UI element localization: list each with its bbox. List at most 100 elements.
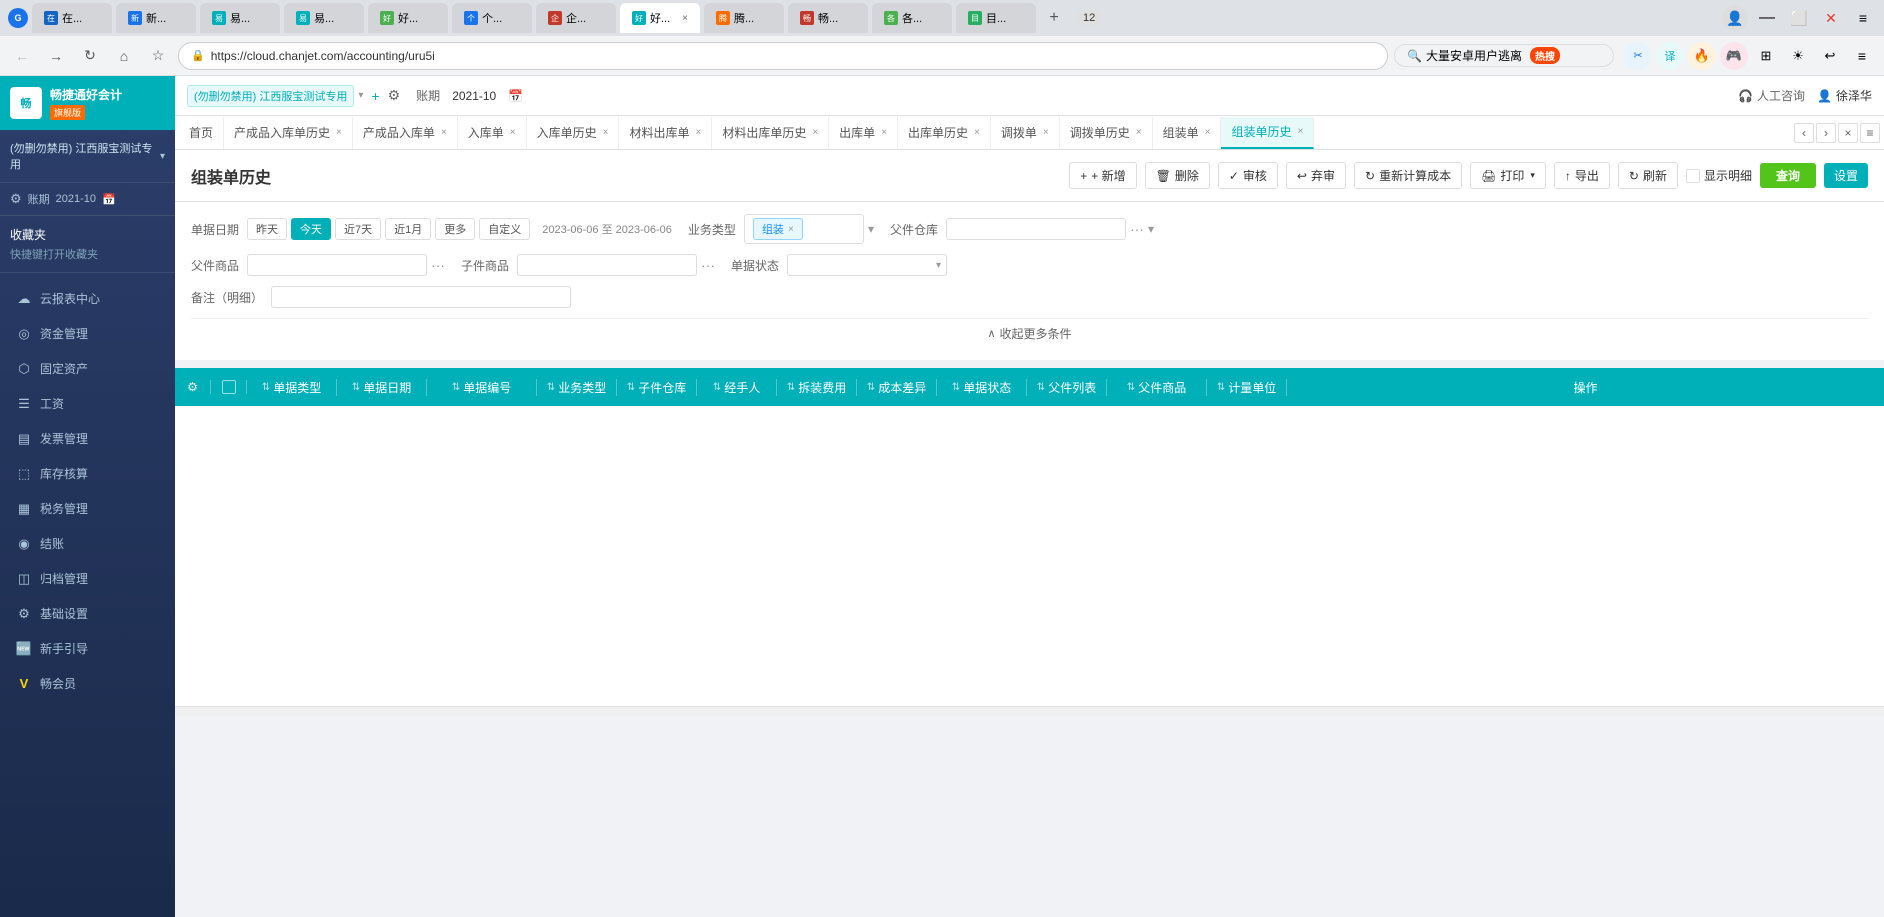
- sidebar-item-invoice[interactable]: ▤ 发票管理: [0, 421, 175, 456]
- notes-input[interactable]: [271, 286, 571, 308]
- print-button[interactable]: 🖨 打印 ▾: [1470, 162, 1546, 189]
- th-bill-status[interactable]: ⇅ 单据状态: [937, 379, 1027, 396]
- audit-button[interactable]: ✓ 审核: [1218, 162, 1278, 189]
- new-tab-button[interactable]: +: [1040, 4, 1068, 32]
- th-check[interactable]: [211, 380, 247, 394]
- date-1month[interactable]: 近1月: [385, 218, 431, 240]
- tab-stock-out[interactable]: 出库单 ×: [829, 117, 898, 149]
- user-menu[interactable]: 👤 徐泽华: [1817, 87, 1872, 104]
- tab-production-in-history[interactable]: 产成品入库单历史 ×: [224, 117, 353, 149]
- grid-icon[interactable]: ⊞: [1752, 42, 1780, 70]
- child-goods-dots[interactable]: ···: [701, 257, 715, 273]
- settings-row[interactable]: ⚙ 账期 2021-10 📅: [0, 183, 175, 216]
- tab-stock-out-history[interactable]: 出库单历史 ×: [898, 117, 991, 149]
- tab-transfer[interactable]: 调拨单 ×: [991, 117, 1060, 149]
- th-disassemble-fee[interactable]: ⇅ 拆装费用: [777, 379, 857, 396]
- setup-button[interactable]: 设置: [1824, 163, 1868, 188]
- child-goods-input[interactable]: [517, 254, 697, 276]
- game-icon[interactable]: 🎮: [1720, 42, 1748, 70]
- brightness-icon[interactable]: ☀: [1784, 42, 1812, 70]
- sidebar-item-settings[interactable]: ⚙ 基础设置: [0, 596, 175, 631]
- date-yesterday[interactable]: 昨天: [247, 218, 287, 240]
- sidebar-item-salary[interactable]: ☰ 工资: [0, 386, 175, 421]
- tab-assemble-history-close[interactable]: ×: [1297, 126, 1303, 137]
- sidebar-item-member[interactable]: V 畅会员: [0, 666, 175, 701]
- date-more[interactable]: 更多: [435, 218, 475, 240]
- th-type[interactable]: ⇅ 单据类型: [247, 379, 337, 396]
- browser-tab-6[interactable]: 个 个...: [452, 3, 532, 33]
- add-button[interactable]: + + 新增: [1069, 162, 1136, 189]
- browser-tab-5[interactable]: 好 好...: [368, 3, 448, 33]
- th-cost-diff[interactable]: ⇅ 成本差异: [857, 379, 937, 396]
- tab-stock-in-history-close[interactable]: ×: [603, 127, 609, 138]
- date-7days[interactable]: 近7天: [335, 218, 381, 240]
- parent-warehouse-dropdown[interactable]: ▾: [1148, 222, 1154, 236]
- browser-tab-8[interactable]: 好 好... ×: [620, 3, 700, 33]
- tab-close-8[interactable]: ×: [682, 13, 688, 24]
- th-date[interactable]: ⇅ 单据日期: [337, 379, 427, 396]
- window-menu-button[interactable]: ≡: [1850, 5, 1876, 31]
- forward-button[interactable]: →: [42, 42, 70, 70]
- sidebar-item-guide[interactable]: 🆕 新手引导: [0, 631, 175, 666]
- tab-stock-out-history-close[interactable]: ×: [974, 127, 980, 138]
- tab-close-all[interactable]: ×: [1838, 123, 1858, 143]
- horizontal-scrollbar[interactable]: [175, 706, 1884, 716]
- sidebar-item-tax[interactable]: ▦ 税务管理: [0, 491, 175, 526]
- reload-button[interactable]: ↻: [76, 42, 104, 70]
- business-type-input[interactable]: 组装 ×: [744, 214, 864, 244]
- tab-assemble[interactable]: 组装单 ×: [1153, 117, 1222, 149]
- company-expand-icon[interactable]: ▾: [358, 90, 363, 101]
- sidebar-item-cloud[interactable]: ☁ 云报表中心: [0, 281, 175, 316]
- maximize-button[interactable]: ⬜: [1786, 5, 1812, 31]
- refresh-button[interactable]: ↻ 刷新: [1618, 162, 1678, 189]
- browser-tab-11[interactable]: 各 各...: [872, 3, 952, 33]
- tab-transfer-history-close[interactable]: ×: [1136, 127, 1142, 138]
- browser-tab-9[interactable]: 腾 腾...: [704, 3, 784, 33]
- tab-stock-in-history[interactable]: 入库单历史 ×: [527, 117, 620, 149]
- tab-material-out-close[interactable]: ×: [695, 127, 701, 138]
- query-button[interactable]: 查询: [1760, 163, 1816, 188]
- tab-transfer-history[interactable]: 调拨单历史 ×: [1060, 117, 1153, 149]
- translate-icon[interactable]: 译: [1656, 42, 1684, 70]
- tab-stock-out-close[interactable]: ×: [881, 127, 887, 138]
- scissors-icon[interactable]: ✂: [1624, 42, 1652, 70]
- close-window-button[interactable]: ✕: [1818, 5, 1844, 31]
- browser-tab-4[interactable]: 易 易...: [284, 3, 364, 33]
- bill-status-select[interactable]: 待审核 已审核 已弃审: [787, 254, 947, 276]
- add-company-button[interactable]: +: [367, 88, 383, 104]
- tab-stock-in-close[interactable]: ×: [510, 127, 516, 138]
- th-parent-goods[interactable]: ⇅ 父件商品: [1107, 379, 1207, 396]
- bookmark-button[interactable]: ☆: [144, 42, 172, 70]
- search-bar[interactable]: 🔍 大量安卓用户逃离 热搜: [1394, 44, 1614, 67]
- back-button[interactable]: ←: [8, 42, 36, 70]
- sidebar-item-assets[interactable]: ⬡ 固定资产: [0, 351, 175, 386]
- business-type-remove[interactable]: ×: [788, 224, 794, 235]
- show-detail-checkbox[interactable]: [1686, 169, 1700, 183]
- tab-material-out[interactable]: 材料出库单 ×: [619, 117, 712, 149]
- th-unit[interactable]: ⇅ 计量单位: [1207, 379, 1287, 396]
- th-number[interactable]: ⇅ 单据编号: [427, 379, 537, 396]
- th-biz-type[interactable]: ⇅ 业务类型: [537, 379, 617, 396]
- collapse-button[interactable]: ∧ 收起更多条件: [191, 318, 1868, 348]
- url-bar[interactable]: 🔒 https://cloud.chanjet.com/accounting/u…: [178, 42, 1388, 70]
- flame-icon[interactable]: 🔥: [1688, 42, 1716, 70]
- th-handler[interactable]: ⇅ 经手人: [697, 379, 777, 396]
- sidebar-item-inventory[interactable]: ⬚ 库存核算: [0, 456, 175, 491]
- parent-warehouse-input[interactable]: [946, 218, 1126, 240]
- parent-goods-input[interactable]: [247, 254, 427, 276]
- abandon-button[interactable]: ↩ 弃审: [1286, 162, 1346, 189]
- sidebar-item-capital[interactable]: ◎ 资金管理: [0, 316, 175, 351]
- recalculate-button[interactable]: ↻ 重新计算成本: [1354, 162, 1462, 189]
- th-settings[interactable]: ⚙: [175, 380, 211, 394]
- browser-tab-10[interactable]: 畅 畅...: [788, 3, 868, 33]
- tab-material-out-history[interactable]: 材料出库单历史 ×: [712, 117, 829, 149]
- browser-tab-2[interactable]: 新 新...: [116, 3, 196, 33]
- date-today[interactable]: 今天: [291, 218, 331, 240]
- calendar-header-icon[interactable]: 📅: [508, 89, 523, 103]
- select-all-checkbox[interactable]: [222, 380, 236, 394]
- date-custom[interactable]: 自定义: [479, 218, 530, 240]
- browser-tab-7[interactable]: 企 企...: [536, 3, 616, 33]
- tab-production-in-close[interactable]: ×: [441, 127, 447, 138]
- profile-icon[interactable]: 👤: [1722, 5, 1748, 31]
- home-button[interactable]: ⌂: [110, 42, 138, 70]
